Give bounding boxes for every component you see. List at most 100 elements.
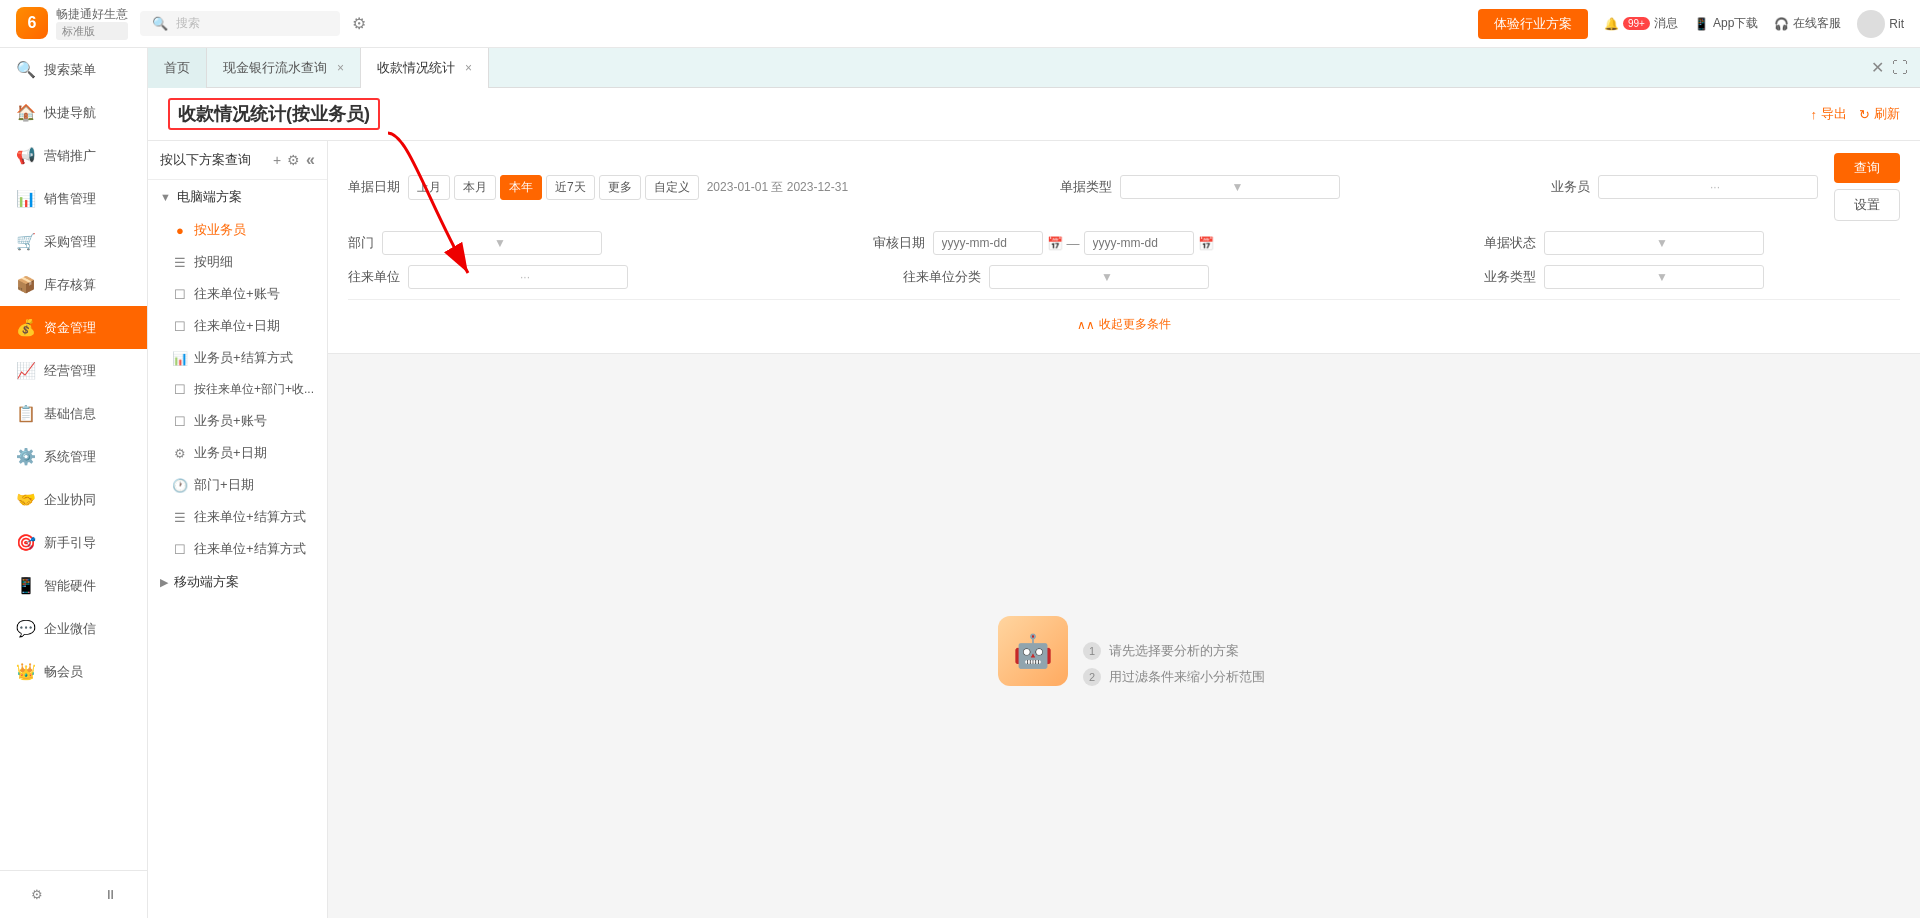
scheme-item-by-detail[interactable]: ☰ 按明细 <box>148 246 327 278</box>
review-date-from-input[interactable] <box>933 231 1043 255</box>
calendar-from-icon[interactable]: 📅 <box>1047 236 1063 251</box>
partner-more-icon[interactable]: ··· <box>520 270 619 284</box>
sidebar-item-label: 系统管理 <box>44 448 96 466</box>
scheme-item-partner-dept[interactable]: ☐ 按往来单位+部门+收... <box>148 374 327 405</box>
page-title: 收款情况统计(按业务员) <box>168 98 380 130</box>
step-num-2: 2 <box>1083 668 1101 686</box>
date-from-text: 2023-01-01 <box>707 180 768 194</box>
scheme-group-mobile-header[interactable]: ▶ 移动端方案 <box>148 565 327 599</box>
notification-icon: 🔔 <box>1604 17 1619 31</box>
search-icon: 🔍 <box>152 16 168 31</box>
btn-custom[interactable]: 自定义 <box>645 175 699 200</box>
user-name: Rit <box>1889 17 1904 31</box>
sidebar-item-wechat[interactable]: 💬 企业微信 <box>0 607 147 650</box>
settings-gear-icon[interactable]: ⚙ <box>352 14 366 33</box>
export-button[interactable]: ↑ 导出 <box>1811 105 1848 123</box>
sidebar-item-sales[interactable]: 📊 销售管理 <box>0 177 147 220</box>
scheme-item-label: 业务员+账号 <box>194 412 267 430</box>
date-to-text: 2023-12-31 <box>787 180 848 194</box>
tab-bank-flow[interactable]: 现金银行流水查询 × <box>207 48 361 88</box>
sidebar-item-system[interactable]: ⚙️ 系统管理 <box>0 435 147 478</box>
doc-status-select[interactable]: ▼ <box>1544 231 1764 255</box>
guide-icon: 🎯 <box>16 533 36 552</box>
window-maximize-icon[interactable]: ⛶ <box>1892 59 1908 77</box>
scheme-item-label: 业务员+结算方式 <box>194 349 293 367</box>
doc-status-label: 单据状态 <box>1484 234 1536 252</box>
tab-collection-stats[interactable]: 收款情况统计 × <box>361 48 489 88</box>
trial-button[interactable]: 体验行业方案 <box>1478 9 1588 39</box>
sidebar-settings-btn[interactable]: ⚙ <box>0 879 74 910</box>
filter-panel-header: 按以下方案查询 + ⚙ « <box>148 141 327 180</box>
filter-panel: 按以下方案查询 + ⚙ « ▼ 电脑端方案 ● 按业务员 ☰ <box>148 141 328 918</box>
biz-type-select[interactable]: ▼ <box>1544 265 1764 289</box>
download-icon: 📱 <box>1694 17 1709 31</box>
sidebar-item-quick-nav[interactable]: 🏠 快捷导航 <box>0 91 147 134</box>
salesperson-more-icon[interactable]: ··· <box>1710 180 1809 194</box>
window-close-icon[interactable]: ✕ <box>1871 58 1884 77</box>
review-date-input-group: 📅 — 📅 <box>933 231 1214 255</box>
scheme-item-dept-date[interactable]: 🕐 部门+日期 <box>148 469 327 501</box>
sidebar-item-search-menu[interactable]: 🔍 搜索菜单 <box>0 48 147 91</box>
scheme-item-partner-account[interactable]: ☐ 往来单位+账号 <box>148 278 327 310</box>
scheme-item-salesperson-settlement[interactable]: 📊 业务员+结算方式 <box>148 342 327 374</box>
scheme-group-desktop-header[interactable]: ▼ 电脑端方案 <box>148 180 327 214</box>
query-button[interactable]: 查询 <box>1834 153 1900 183</box>
user-avatar <box>1857 10 1885 38</box>
salesperson-label: 业务员 <box>1551 178 1590 196</box>
sidebar-item-marketing[interactable]: 📢 营销推广 <box>0 134 147 177</box>
partner-select[interactable]: ··· <box>408 265 628 289</box>
scheme-icon: ☰ <box>172 255 188 270</box>
main-content: 首页 现金银行流水查询 × 收款情况统计 × ✕ ⛶ 收款情况统计(按业务员) … <box>148 48 1920 918</box>
btn-prev-month[interactable]: 上月 <box>408 175 450 200</box>
btn-last-7-days[interactable]: 近7天 <box>546 175 595 200</box>
sidebar-item-enterprise[interactable]: 🤝 企业协同 <box>0 478 147 521</box>
btn-this-year[interactable]: 本年 <box>500 175 542 200</box>
scheme-item-salesperson-date[interactable]: ⚙ 业务员+日期 <box>148 437 327 469</box>
review-date-to-input[interactable] <box>1084 231 1194 255</box>
btn-this-month[interactable]: 本月 <box>454 175 496 200</box>
fund-icon: 💰 <box>16 318 36 337</box>
settings-button[interactable]: 设置 <box>1834 189 1900 221</box>
marketing-icon: 📢 <box>16 146 36 165</box>
sidebar-collapse-btn[interactable]: ⏸ <box>74 879 148 910</box>
collapse-up-icon: ∧∧ <box>1077 318 1095 332</box>
export-icon: ↑ <box>1811 107 1818 122</box>
scheme-item-partner-date[interactable]: ☐ 往来单位+日期 <box>148 310 327 342</box>
calendar-to-icon[interactable]: 📅 <box>1198 236 1214 251</box>
scheme-settings-icon[interactable]: ⚙ <box>287 152 300 168</box>
sidebar-item-operation[interactable]: 📈 经营管理 <box>0 349 147 392</box>
sidebar-item-smart-hw[interactable]: 📱 智能硬件 <box>0 564 147 607</box>
scheme-item-partner-settlement2[interactable]: ☐ 往来单位+结算方式 <box>148 533 327 565</box>
tab-collection-stats-close[interactable]: × <box>465 61 472 75</box>
collapse-more-btn[interactable]: ∧∧ 收起更多条件 <box>1069 308 1179 341</box>
sidebar-item-label: 新手引导 <box>44 534 96 552</box>
tab-home[interactable]: 首页 <box>148 48 207 88</box>
partner-category-select[interactable]: ▼ <box>989 265 1209 289</box>
sidebar-item-inventory[interactable]: 📦 库存核算 <box>0 263 147 306</box>
online-service-item[interactable]: 🎧 在线客服 <box>1774 15 1841 32</box>
btn-more[interactable]: 更多 <box>599 175 641 200</box>
salesperson-select[interactable]: ··· <box>1598 175 1818 199</box>
scheme-item-partner-settlement1[interactable]: ☰ 往来单位+结算方式 <box>148 501 327 533</box>
user-item[interactable]: Rit <box>1857 10 1904 38</box>
dept-select[interactable]: ▼ <box>382 231 602 255</box>
app-brand-text: 畅捷通好生意 <box>56 7 128 23</box>
scheme-item-salesperson-account[interactable]: ☐ 业务员+账号 <box>148 405 327 437</box>
scheme-collapse-icon[interactable]: « <box>306 151 315 169</box>
sidebar-item-member[interactable]: 👑 畅会员 <box>0 650 147 693</box>
sidebar-item-fund[interactable]: 💰 资金管理 <box>0 306 147 349</box>
system-icon: ⚙️ <box>16 447 36 466</box>
doc-type-select[interactable]: ▼ <box>1120 175 1340 199</box>
header-search-area[interactable]: 🔍 搜索 <box>140 11 340 36</box>
sidebar-item-basic-info[interactable]: 📋 基础信息 <box>0 392 147 435</box>
refresh-button[interactable]: ↻ 刷新 <box>1859 105 1900 123</box>
tab-bank-flow-close[interactable]: × <box>337 61 344 75</box>
add-scheme-icon[interactable]: + <box>273 152 281 168</box>
sidebar-item-purchase[interactable]: 🛒 采购管理 <box>0 220 147 263</box>
sidebar-item-guide[interactable]: 🎯 新手引导 <box>0 521 147 564</box>
scheme-group-desktop: ▼ 电脑端方案 ● 按业务员 ☰ 按明细 ☐ 往来单位+账号 ☐ 往来单位+ <box>148 180 327 565</box>
notification-item[interactable]: 🔔 99+ 消息 <box>1604 15 1678 32</box>
scheme-item-by-salesperson[interactable]: ● 按业务员 <box>148 214 327 246</box>
app-download-item[interactable]: 📱 App下载 <box>1694 15 1758 32</box>
dept-chevron: ▼ <box>494 236 593 250</box>
